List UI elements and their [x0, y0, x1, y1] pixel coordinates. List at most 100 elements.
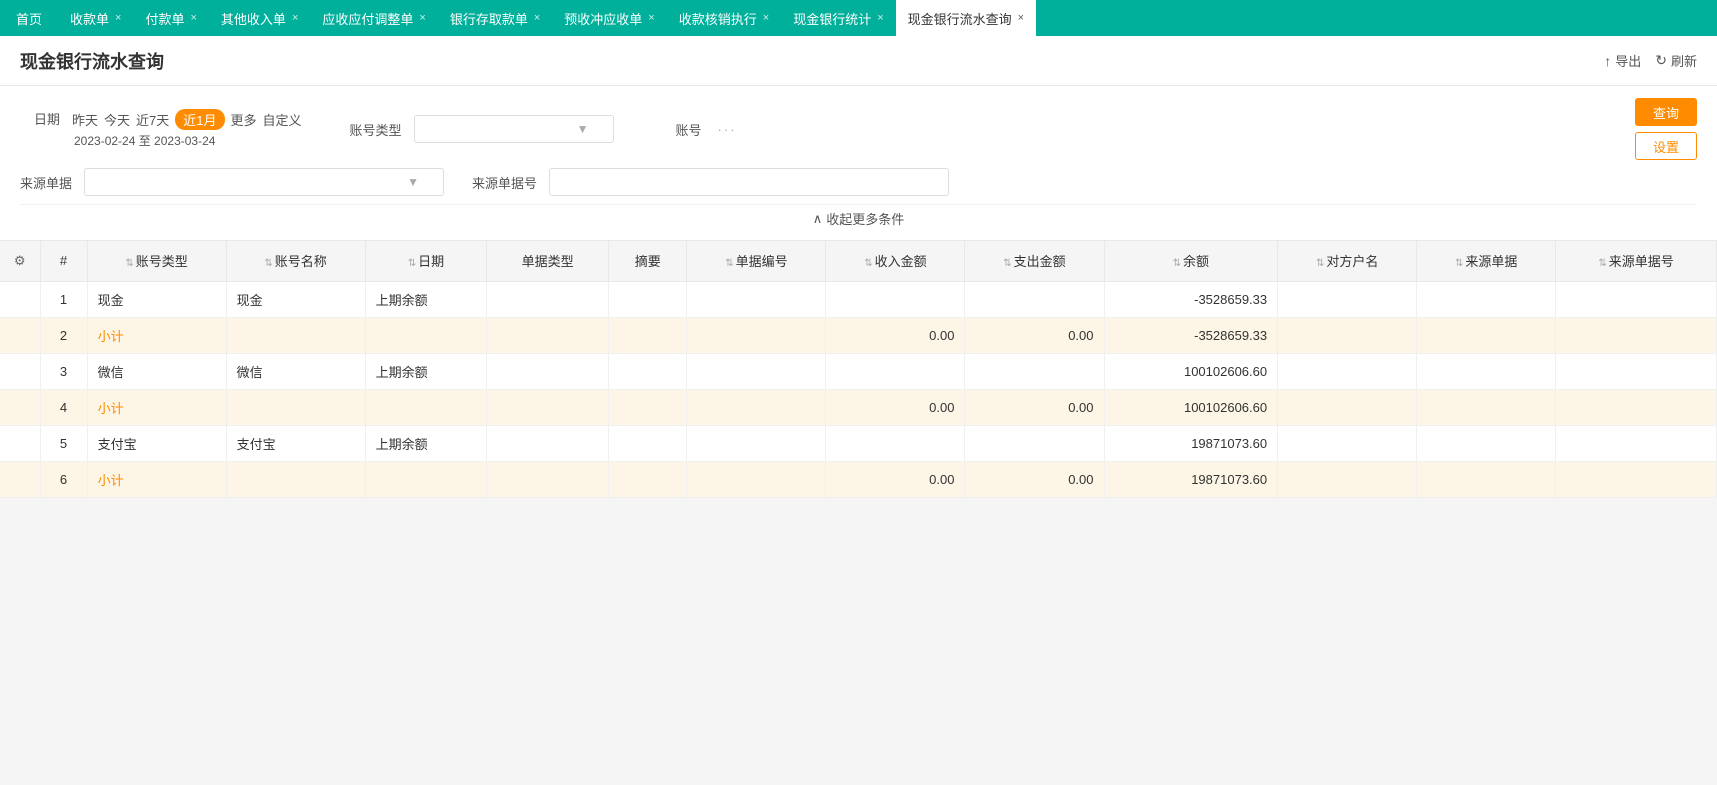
source-doc-label: 来源单据: [20, 173, 72, 192]
row-summary: [609, 425, 687, 461]
nav-tab-other-income[interactable]: 其他收入单 ×: [209, 0, 310, 36]
prepaid-offset-tab-label: 预收冲应收单: [564, 9, 642, 28]
cash-bank-flow-tab-label: 现金银行流水查询: [908, 9, 1012, 28]
row-date: 上期余额: [365, 353, 487, 389]
row-doc-type: [487, 425, 609, 461]
source-doc-arrow-icon: ▼: [407, 175, 419, 189]
account-type-arrow-icon: ▼: [577, 122, 589, 136]
row-income: 0.00: [826, 317, 965, 353]
col-settings[interactable]: ⚙: [0, 241, 40, 281]
bank-deposit-close-icon[interactable]: ×: [534, 12, 540, 24]
other-income-close-icon[interactable]: ×: [292, 12, 298, 24]
source-doc-no-input[interactable]: [549, 168, 949, 196]
row-expense: 0.00: [965, 389, 1104, 425]
account-more-dots[interactable]: ···: [718, 122, 737, 137]
date-opt-yesterday[interactable]: 昨天: [72, 110, 98, 129]
refresh-icon: ↻: [1655, 52, 1667, 69]
collapse-label: 收起更多条件: [826, 209, 904, 228]
row-counterparty: [1278, 281, 1417, 317]
data-table-container: ⚙ # ⇅账号类型 ⇅账号名称 ⇅日期 单据类型 摘要 ⇅单据编号 ⇅收入金额 …: [0, 241, 1717, 498]
prepaid-offset-close-icon[interactable]: ×: [648, 12, 654, 24]
col-account-name[interactable]: ⇅账号名称: [226, 241, 365, 281]
table-settings-icon[interactable]: ⚙: [11, 252, 29, 270]
row-source-doc-no: [1556, 461, 1717, 497]
date-opt-7days[interactable]: 近7天: [136, 110, 169, 129]
row-source-doc-no: [1556, 425, 1717, 461]
date-opt-custom[interactable]: 自定义: [263, 110, 302, 129]
nav-tab-ar-ap-adjust[interactable]: 应收应付调整单 ×: [310, 0, 437, 36]
row-doc-no: [687, 317, 826, 353]
cash-bank-flow-close-icon[interactable]: ×: [1018, 12, 1024, 24]
row-expense: 0.00: [965, 461, 1104, 497]
col-expense[interactable]: ⇅支出金额: [965, 241, 1104, 281]
row-summary: [609, 389, 687, 425]
row-checkbox: [0, 353, 40, 389]
data-table: ⚙ # ⇅账号类型 ⇅账号名称 ⇅日期 单据类型 摘要 ⇅单据编号 ⇅收入金额 …: [0, 241, 1717, 498]
account-type-select[interactable]: ▼: [414, 115, 614, 143]
payment-close-icon[interactable]: ×: [190, 12, 196, 24]
col-doc-type: 单据类型: [487, 241, 609, 281]
nav-tab-cash-bank-flow[interactable]: 现金银行流水查询 ×: [896, 0, 1036, 36]
source-doc-no-filter: 来源单据号: [472, 168, 949, 196]
refresh-button[interactable]: ↻ 刷新: [1655, 51, 1697, 70]
row-balance: -3528659.33: [1104, 281, 1278, 317]
row-source-doc: [1417, 425, 1556, 461]
row-account-type: 小计: [87, 317, 226, 353]
row-checkbox: [0, 425, 40, 461]
row-summary: [609, 461, 687, 497]
page-title: 现金银行流水查询: [20, 48, 164, 74]
nav-tab-write-off[interactable]: 收款核销执行 ×: [667, 0, 781, 36]
date-opt-today[interactable]: 今天: [104, 110, 130, 129]
row-num: 1: [40, 281, 87, 317]
row-income: 0.00: [826, 461, 965, 497]
receipt-close-icon[interactable]: ×: [115, 12, 121, 24]
row-doc-no: [687, 389, 826, 425]
col-doc-no[interactable]: ⇅单据编号: [687, 241, 826, 281]
page-header: 现金银行流水查询 ↑ 导出 ↻ 刷新: [0, 36, 1717, 86]
table-row: 5支付宝支付宝上期余额19871073.60: [0, 425, 1717, 461]
row-source-doc-no: [1556, 281, 1717, 317]
col-counterparty[interactable]: ⇅对方户名: [1278, 241, 1417, 281]
col-source-doc-no[interactable]: ⇅来源单据号: [1556, 241, 1717, 281]
cash-bank-stat-close-icon[interactable]: ×: [877, 12, 883, 24]
nav-tab-payment[interactable]: 付款单 ×: [133, 0, 208, 36]
table-row: 4小计0.000.00100102606.60: [0, 389, 1717, 425]
col-income[interactable]: ⇅收入金额: [826, 241, 965, 281]
col-balance[interactable]: ⇅余额: [1104, 241, 1278, 281]
nav-tab-home[interactable]: 首页: [0, 0, 58, 36]
row-source-doc-no: [1556, 353, 1717, 389]
table-row: 6小计0.000.0019871073.60: [0, 461, 1717, 497]
collapse-button[interactable]: ∧ 收起更多条件: [20, 204, 1697, 232]
col-account-type[interactable]: ⇅账号类型: [87, 241, 226, 281]
payment-tab-label: 付款单: [145, 9, 184, 28]
date-opt-1month[interactable]: 近1月: [175, 109, 224, 130]
row-counterparty: [1278, 353, 1417, 389]
row-num: 3: [40, 353, 87, 389]
row-doc-no: [687, 461, 826, 497]
nav-tab-cash-bank-stat[interactable]: 现金银行统计 ×: [781, 0, 895, 36]
settings-button[interactable]: 设置: [1635, 132, 1697, 160]
row-income: [826, 425, 965, 461]
date-opt-more[interactable]: 更多: [231, 110, 257, 129]
row-date: [365, 461, 487, 497]
row-num: 6: [40, 461, 87, 497]
row-account-type: 微信: [87, 353, 226, 389]
filter-row-2: 来源单据 ▼ 来源单据号: [20, 168, 1697, 196]
col-source-doc[interactable]: ⇅来源单据: [1417, 241, 1556, 281]
row-balance: 19871073.60: [1104, 425, 1278, 461]
write-off-close-icon[interactable]: ×: [763, 12, 769, 24]
query-button[interactable]: 查询: [1635, 98, 1697, 126]
col-date[interactable]: ⇅日期: [365, 241, 487, 281]
nav-tab-receipt[interactable]: 收款单 ×: [58, 0, 133, 36]
header-actions: ↑ 导出 ↻ 刷新: [1604, 51, 1697, 70]
bank-deposit-tab-label: 银行存取款单: [450, 9, 528, 28]
filter-area: 日期 昨天 今天 近7天 近1月 更多 自定义 2023-02-24 至 202…: [0, 86, 1717, 241]
ar-ap-close-icon[interactable]: ×: [419, 12, 425, 24]
row-doc-type: [487, 461, 609, 497]
nav-tab-prepaid-offset[interactable]: 预收冲应收单 ×: [552, 0, 666, 36]
nav-tab-bank-deposit[interactable]: 银行存取款单 ×: [438, 0, 552, 36]
home-tab-label: 首页: [16, 9, 42, 28]
source-doc-select[interactable]: ▼: [84, 168, 444, 196]
export-button[interactable]: ↑ 导出: [1604, 51, 1641, 70]
date-options: 昨天 今天 近7天 近1月 更多 自定义: [72, 109, 302, 130]
